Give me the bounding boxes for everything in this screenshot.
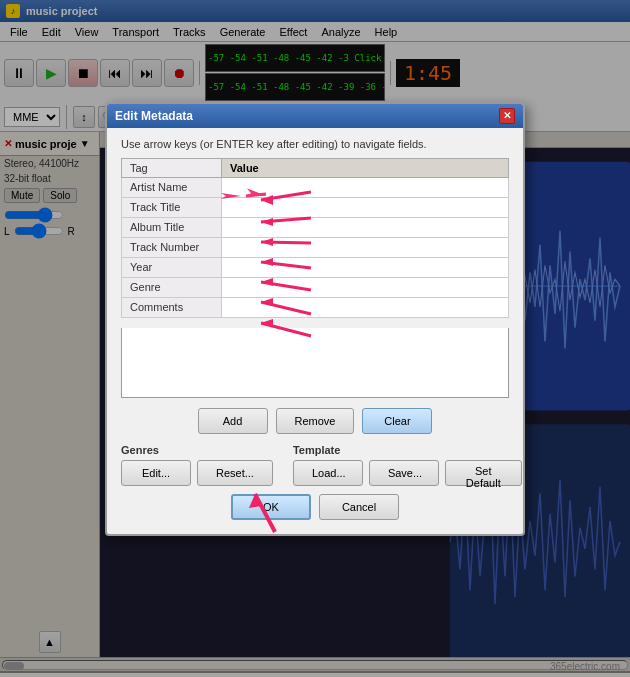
input-track-title[interactable] <box>230 201 500 213</box>
col-value: Value <box>222 158 509 177</box>
value-track-title[interactable] <box>222 197 509 217</box>
modal-overlay: Edit Metadata ✕ Use arrow keys (or ENTER… <box>0 0 630 677</box>
value-track-number[interactable] <box>222 237 509 257</box>
tag-comments: Comments <box>122 297 222 317</box>
add-button[interactable]: Add <box>198 408 268 434</box>
dialog-title-bar: Edit Metadata ✕ <box>107 104 523 128</box>
value-comments[interactable] <box>222 297 509 317</box>
ok-button[interactable]: OK <box>231 494 311 520</box>
svg-marker-13 <box>261 319 273 327</box>
template-set-default-button[interactable]: Set Default <box>445 460 522 486</box>
input-genre[interactable] <box>230 281 500 293</box>
input-artist[interactable] <box>230 181 500 193</box>
value-genre[interactable] <box>222 277 509 297</box>
row-track-title: Track Title <box>122 197 509 217</box>
genres-buttons: Edit... Reset... <box>121 460 273 486</box>
cancel-button[interactable]: Cancel <box>319 494 399 520</box>
input-album-title[interactable] <box>230 221 500 233</box>
tag-track-title: Track Title <box>122 197 222 217</box>
edit-metadata-dialog: Edit Metadata ✕ Use arrow keys (or ENTER… <box>105 102 525 536</box>
metadata-section: Tag Value Artist Name Track Title <box>121 158 509 318</box>
tag-artist: Artist Name <box>122 177 222 197</box>
input-track-number[interactable] <box>230 241 500 253</box>
row-year: Year <box>122 257 509 277</box>
template-group: Template Load... Save... Set Default <box>293 444 522 486</box>
dialog-body: Use arrow keys (or ENTER key after editi… <box>107 128 523 534</box>
tag-album-title: Album Title <box>122 217 222 237</box>
value-artist[interactable] <box>222 177 509 197</box>
col-tag: Tag <box>122 158 222 177</box>
dialog-title: Edit Metadata <box>115 109 193 123</box>
template-load-button[interactable]: Load... <box>293 460 363 486</box>
dialog-close-button[interactable]: ✕ <box>499 108 515 124</box>
row-artist: Artist Name <box>122 177 509 197</box>
clear-button[interactable]: Clear <box>362 408 432 434</box>
row-track-number: Track Number <box>122 237 509 257</box>
genres-edit-button[interactable]: Edit... <box>121 460 191 486</box>
row-album-title: Album Title <box>122 217 509 237</box>
genres-group: Genres Edit... Reset... <box>121 444 273 486</box>
tag-year: Year <box>122 257 222 277</box>
tag-track-number: Track Number <box>122 237 222 257</box>
template-label: Template <box>293 444 522 456</box>
row-comments: Comments <box>122 297 509 317</box>
value-album-title[interactable] <box>222 217 509 237</box>
input-year[interactable] <box>230 261 500 273</box>
ok-cancel-row: OK Cancel <box>121 494 509 524</box>
genres-reset-button[interactable]: Reset... <box>197 460 273 486</box>
genres-label: Genres <box>121 444 273 456</box>
action-buttons-row: Add Remove Clear <box>121 408 509 434</box>
remove-button[interactable]: Remove <box>276 408 355 434</box>
dialog-hint: Use arrow keys (or ENTER key after editi… <box>121 138 509 150</box>
metadata-table: Tag Value Artist Name Track Title <box>121 158 509 318</box>
value-year[interactable] <box>222 257 509 277</box>
tag-genre: Genre <box>122 277 222 297</box>
input-comments[interactable] <box>230 301 500 313</box>
template-save-button[interactable]: Save... <box>369 460 439 486</box>
bottom-controls: Genres Edit... Reset... Template Load...… <box>121 444 509 494</box>
template-buttons: Load... Save... Set Default <box>293 460 522 486</box>
empty-rows-area <box>121 328 509 398</box>
row-genre: Genre <box>122 277 509 297</box>
